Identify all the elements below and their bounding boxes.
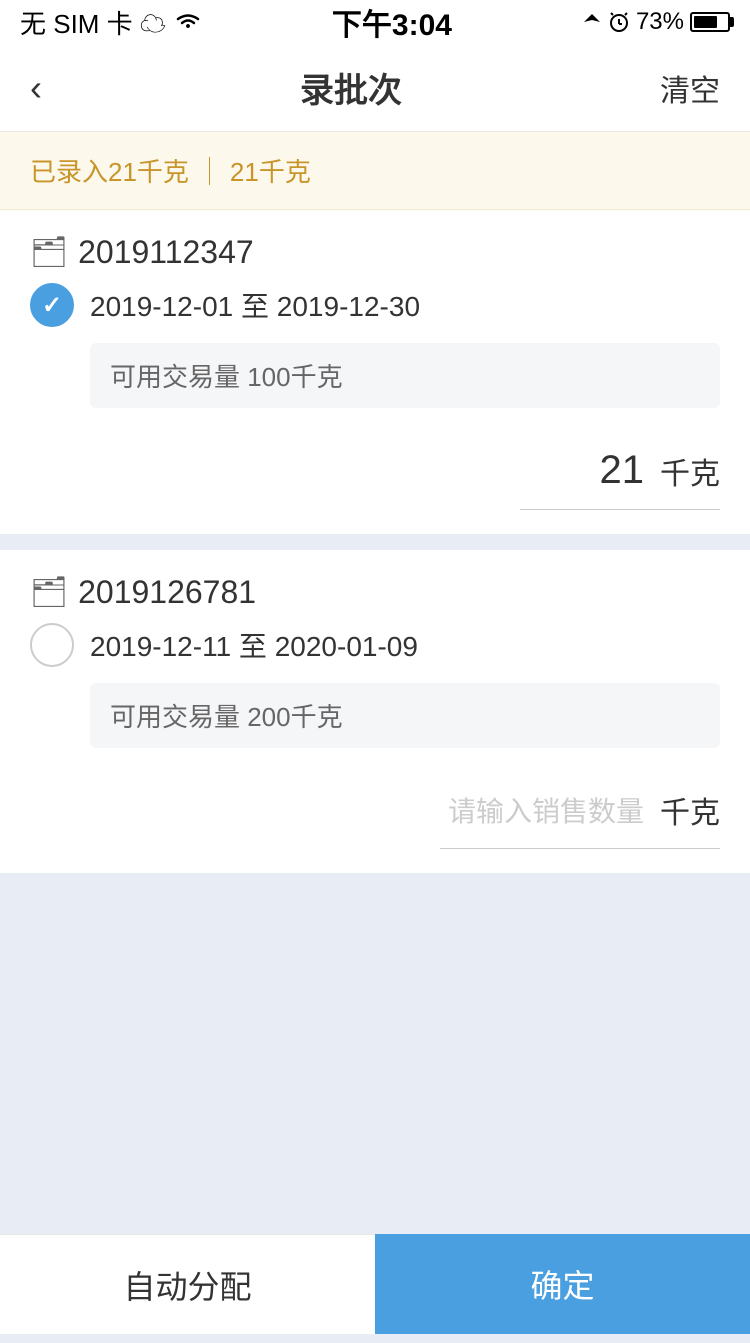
quantity-value-1: 21 [600, 448, 645, 493]
status-left: 无 SIM 卡 ☁ [20, 4, 202, 41]
quantity-row-1: 21 千克 [0, 428, 750, 509]
status-time: 下午3:04 [332, 0, 452, 44]
input-quantity-row-2: 请输入销售数量 千克 [0, 768, 750, 848]
summary-banner: 已录入21千克 21千克 [0, 132, 750, 210]
batch-doc-icon-2: 🗂 [30, 575, 68, 610]
batch-radio-1[interactable] [30, 283, 74, 327]
batch-card-1: 🗂 2019112347 2019-12-01 至 2019-12-30 可用交… [0, 210, 750, 534]
auto-distribute-button[interactable]: 自动分配 [0, 1234, 375, 1334]
batch-date-1: 2019-12-01 至 2019-12-30 [90, 285, 420, 325]
location-icon [582, 12, 602, 32]
alarm-icon [608, 11, 630, 33]
batch-available-2: 可用交易量 200千克 [90, 683, 720, 748]
summary-value: 21千克 [230, 152, 311, 189]
batch-doc-icon-1: 🗂 [30, 235, 68, 270]
status-right: 73% [582, 8, 730, 36]
section-gap-1 [0, 534, 750, 550]
batch-item-1-inner: 🗂 2019112347 2019-12-01 至 2019-12-30 可用交… [0, 210, 750, 428]
batch-card-2: 🗂 2019126781 2019-12-11 至 2020-01-09 可用交… [0, 550, 750, 873]
batch-radio-2[interactable] [30, 623, 74, 667]
back-button[interactable]: ‹ [30, 67, 42, 109]
wifi-icon [174, 12, 202, 32]
page-title: 录批次 [300, 63, 402, 112]
clear-button[interactable]: 清空 [660, 66, 720, 110]
sim-status: 无 SIM 卡 ☁ [20, 4, 166, 41]
batch-item-2-inner: 🗂 2019126781 2019-12-11 至 2020-01-09 可用交… [0, 550, 750, 768]
batch-available-1: 可用交易量 100千克 [90, 343, 720, 408]
bottom-bar: 自动分配 确定 [0, 1234, 750, 1334]
summary-divider [209, 157, 210, 185]
battery-fill [694, 16, 717, 28]
input-placeholder-2: 请输入销售数量 [448, 790, 644, 830]
battery-percent: 73% [636, 8, 684, 36]
quantity-unit-1: 千克 [660, 449, 720, 493]
batch-date-row-1[interactable]: 2019-12-01 至 2019-12-30 [30, 283, 720, 327]
battery-icon [690, 12, 730, 32]
confirm-button[interactable]: 确定 [375, 1234, 750, 1334]
batch-id-2: 2019126781 [78, 574, 256, 611]
nav-bar: ‹ 录批次 清空 [0, 44, 750, 132]
status-bar: 无 SIM 卡 ☁ 下午3:04 73% [0, 0, 750, 44]
input-unit-2: 千克 [660, 788, 720, 832]
batch-id-1: 2019112347 [78, 234, 254, 271]
batch-id-row-2: 🗂 2019126781 [30, 574, 720, 611]
batch-date-row-2[interactable]: 2019-12-11 至 2020-01-09 [30, 623, 720, 667]
batch-date-2: 2019-12-11 至 2020-01-09 [90, 625, 418, 665]
batch-id-row-1: 🗂 2019112347 [30, 234, 720, 271]
summary-label: 已录入21千克 [30, 152, 189, 189]
